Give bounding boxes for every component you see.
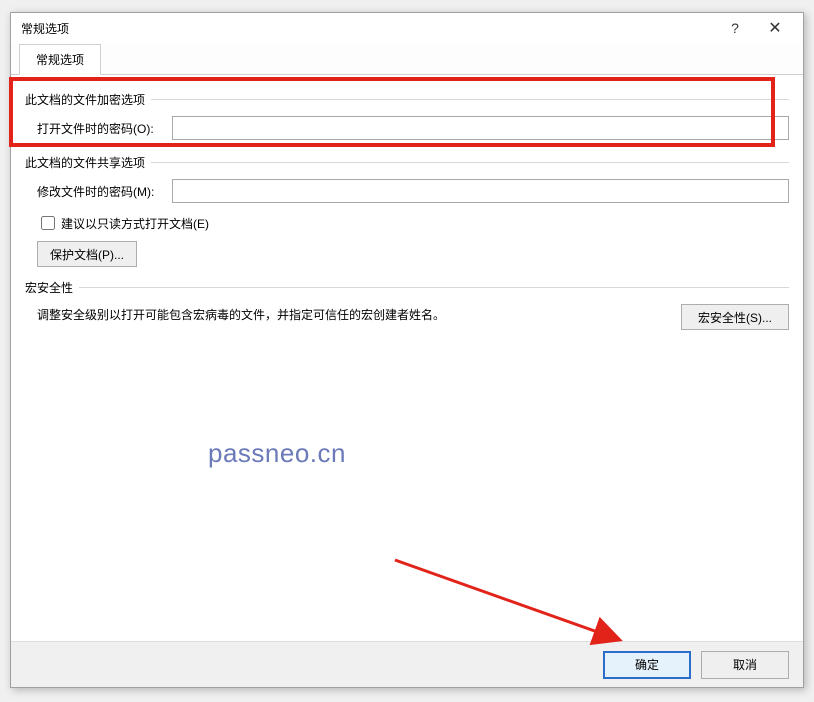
section-macro-label: 宏安全性 (25, 279, 73, 296)
modify-password-input[interactable] (172, 179, 789, 203)
modify-password-row: 修改文件时的密码(M): (37, 179, 789, 203)
modify-password-label: 修改文件时的密码(M): (37, 183, 172, 200)
ok-button[interactable]: 确定 (603, 651, 691, 679)
macro-security-button[interactable]: 宏安全性(S)... (681, 304, 789, 330)
tab-row: 常规选项 (11, 43, 803, 75)
divider (151, 162, 789, 163)
help-icon[interactable]: ? (715, 14, 755, 42)
readonly-row: 建议以只读方式打开文档(E) (37, 213, 789, 233)
section-encrypt-header: 此文档的文件加密选项 (25, 91, 789, 108)
section-encrypt-label: 此文档的文件加密选项 (25, 91, 145, 108)
open-password-row: 打开文件时的密码(O): (37, 116, 789, 140)
titlebar: 常规选项 ? ✕ (11, 13, 803, 43)
section-macro-header: 宏安全性 (25, 279, 789, 296)
divider (151, 99, 789, 100)
dialog-footer: 确定 取消 (11, 641, 803, 687)
divider (79, 287, 789, 288)
open-password-label: 打开文件时的密码(O): (37, 120, 172, 137)
open-password-input[interactable] (172, 116, 789, 140)
section-share-label: 此文档的文件共享选项 (25, 154, 145, 171)
tab-general-options[interactable]: 常规选项 (19, 44, 101, 75)
watermark-text: passneo.cn (208, 438, 346, 469)
close-icon[interactable]: ✕ (755, 14, 795, 42)
macro-description: 调整安全级别以打开可能包含宏病毒的文件，并指定可信任的宏创建者姓名。 (37, 304, 681, 323)
protect-document-button[interactable]: 保护文档(P)... (37, 241, 137, 267)
readonly-label: 建议以只读方式打开文档(E) (61, 215, 209, 232)
readonly-checkbox[interactable] (41, 216, 55, 230)
section-share-header: 此文档的文件共享选项 (25, 154, 789, 171)
general-options-dialog: 常规选项 ? ✕ 常规选项 此文档的文件加密选项 打开文件时的密码(O): 此文… (10, 12, 804, 688)
macro-row: 调整安全级别以打开可能包含宏病毒的文件，并指定可信任的宏创建者姓名。 宏安全性(… (37, 304, 789, 330)
cancel-button[interactable]: 取消 (701, 651, 789, 679)
dialog-title: 常规选项 (21, 20, 715, 37)
dialog-body: 此文档的文件加密选项 打开文件时的密码(O): 此文档的文件共享选项 修改文件时… (11, 75, 803, 641)
